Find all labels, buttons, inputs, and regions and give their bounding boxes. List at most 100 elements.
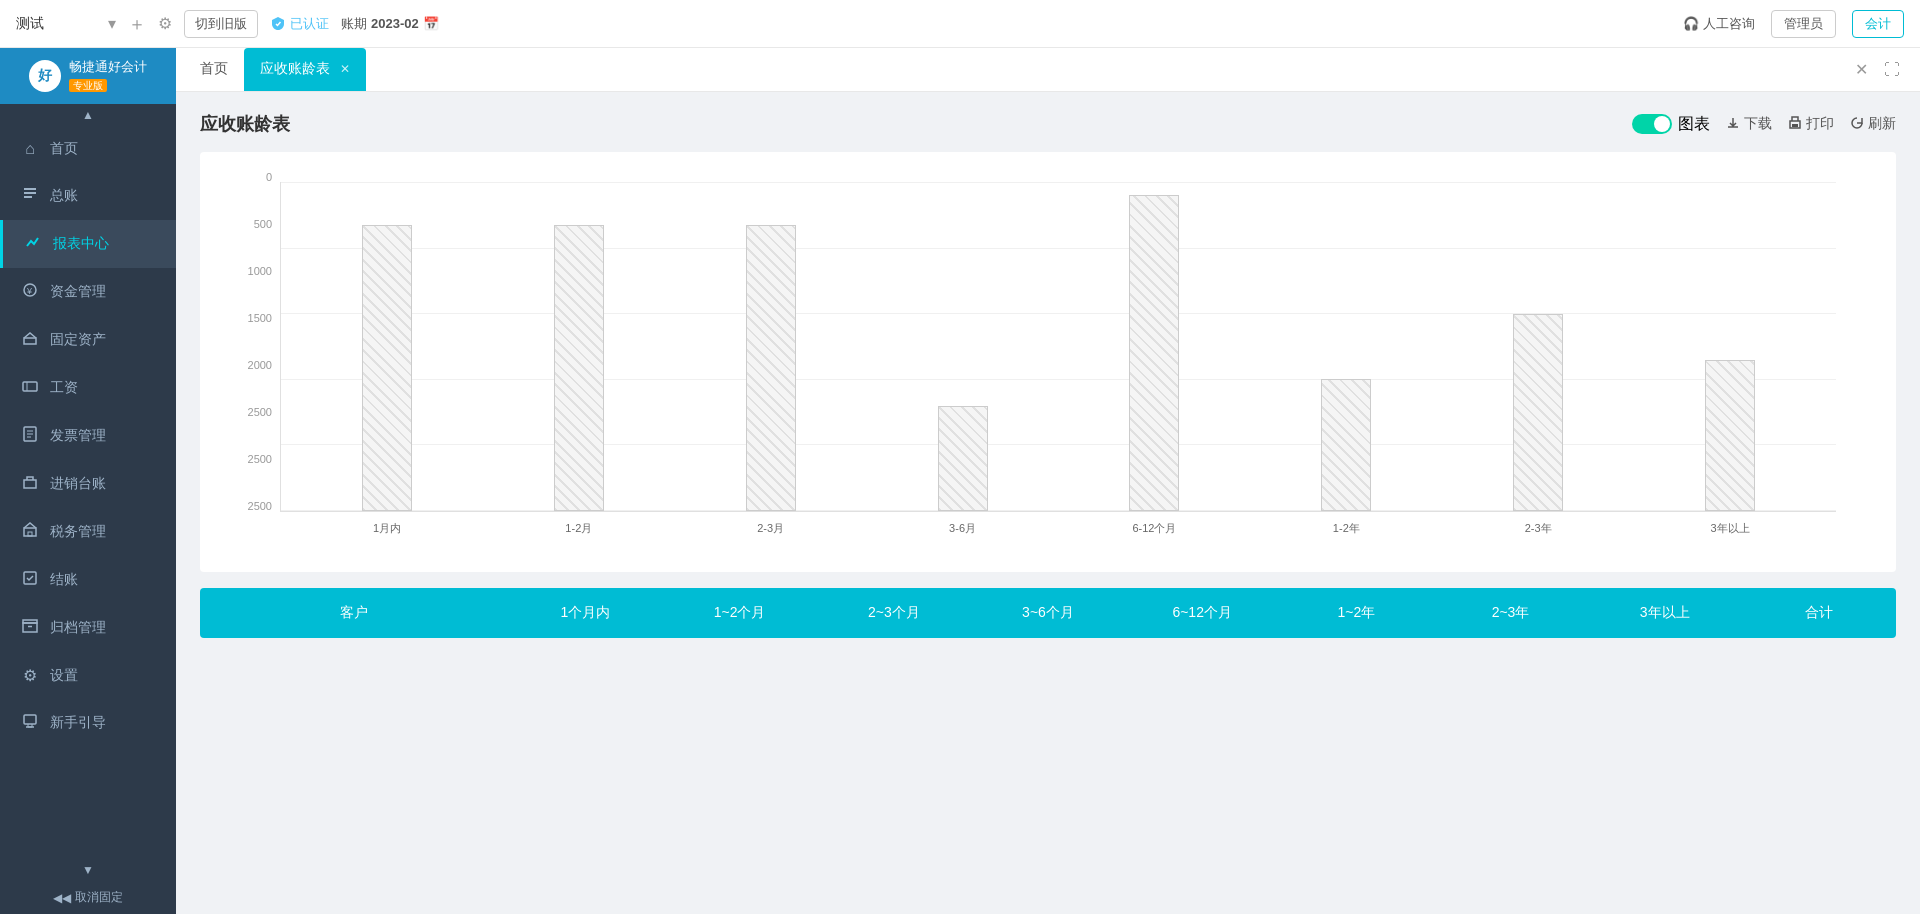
sidebar-label-funds: 资金管理 <box>50 283 106 301</box>
reports-icon <box>23 234 43 254</box>
sidebar-item-closing[interactable]: 结账 <box>0 556 176 604</box>
sidebar-item-ledger[interactable]: 总账 <box>0 172 176 220</box>
bar-group-2: 1-2月 <box>483 182 675 511</box>
th-total: 合计 <box>1742 588 1896 638</box>
sidebar-item-assets[interactable]: 固定资产 <box>0 316 176 364</box>
chart-toggle-group: 图表 <box>1632 114 1710 135</box>
sidebar-scroll-area: ⌂ 首页 总账 报表中心 ¥ 资金管理 <box>0 126 176 859</box>
y-label-0: 0 <box>220 172 280 183</box>
ar-aging-tab-label: 应收账龄表 <box>260 60 330 78</box>
page-actions: 图表 下载 打印 <box>1632 114 1896 135</box>
calendar-icon[interactable]: 📅 <box>423 16 439 31</box>
sidebar-item-archive[interactable]: 归档管理 <box>0 604 176 652</box>
sidebar-item-reports[interactable]: 报表中心 <box>0 220 176 268</box>
bar-label-4: 3-6月 <box>949 521 976 536</box>
workspace-name: 测试 <box>16 15 96 33</box>
bar-8 <box>1705 360 1755 511</box>
certified-badge: 已认证 <box>270 15 329 33</box>
bar-4 <box>938 406 988 511</box>
svg-rect-22 <box>1792 124 1798 127</box>
y-label-2500: 2500 <box>220 501 280 512</box>
bar-6 <box>1321 379 1371 511</box>
content-area: 首页 应收账龄表 ✕ ✕ ⛶ 应收账龄表 图表 <box>176 48 1920 914</box>
th-client: 客户 <box>200 588 508 638</box>
ledger-icon <box>20 186 40 206</box>
sidebar-item-invoice[interactable]: 发票管理 <box>0 412 176 460</box>
sidebar-item-payroll[interactable]: 工资 <box>0 364 176 412</box>
bar-label-6: 1-2年 <box>1333 521 1360 536</box>
y-label-1000: 1000 <box>220 266 280 277</box>
home-tab-label: 首页 <box>200 60 228 78</box>
data-table-container: 客户 1个月内 1~2个月 2~3个月 3~6个月 6~12个月 1~2年 2~… <box>200 588 1896 638</box>
download-button[interactable]: 下载 <box>1726 115 1772 133</box>
bar-group-1: 1月内 <box>291 182 483 511</box>
sidebar-item-inventory[interactable]: 进销台账 <box>0 460 176 508</box>
bar-group-4: 3-6月 <box>867 182 1059 511</box>
headset-icon: 🎧 <box>1683 16 1699 31</box>
sidebar-label-home: 首页 <box>50 140 78 158</box>
page-content: 应收账龄表 图表 下载 <box>176 92 1920 914</box>
accountant-button[interactable]: 会计 <box>1852 10 1904 38</box>
chart-area: 1月内 1-2月 2-3月 <box>280 182 1836 512</box>
tabs-bar-right: ✕ ⛶ <box>1851 56 1912 83</box>
print-button[interactable]: 打印 <box>1788 115 1834 133</box>
sidebar-label-settings: 设置 <box>50 667 78 685</box>
bar-group-6: 1-2年 <box>1250 182 1442 511</box>
workspace-dropdown-icon[interactable]: ▾ <box>108 14 116 33</box>
tab-home[interactable]: 首页 <box>184 48 244 91</box>
svg-rect-16 <box>23 623 37 632</box>
sidebar-item-home[interactable]: ⌂ 首页 <box>0 126 176 172</box>
svg-rect-12 <box>24 480 36 488</box>
y-label-2500b: 2500 <box>220 454 280 465</box>
tax-icon <box>20 522 40 542</box>
inventory-icon <box>20 474 40 494</box>
sidebar-scroll-up[interactable]: ▲ <box>0 104 176 126</box>
bar-7 <box>1513 314 1563 511</box>
tab-ar-aging[interactable]: 应收账龄表 ✕ <box>244 48 366 91</box>
consult-button[interactable]: 🎧 人工咨询 <box>1683 15 1755 33</box>
th-2-3year: 2~3年 <box>1433 588 1587 638</box>
refresh-icon <box>1850 116 1864 133</box>
logo-icon: 好 <box>29 60 61 92</box>
tabs-bar: 首页 应收账龄表 ✕ ✕ ⛶ <box>176 48 1920 92</box>
download-icon <box>1726 116 1740 133</box>
sidebar-item-tax[interactable]: 税务管理 <box>0 508 176 556</box>
sidebar-label-reports: 报表中心 <box>53 235 109 253</box>
manager-button[interactable]: 管理员 <box>1771 10 1836 38</box>
y-label-2500c: 2500 <box>220 407 280 418</box>
bar-5 <box>1129 195 1179 511</box>
bar-label-1: 1月内 <box>373 521 401 536</box>
sidebar-item-funds[interactable]: ¥ 资金管理 <box>0 268 176 316</box>
svg-rect-2 <box>24 196 32 198</box>
y-axis: 2500 2500 2500 2000 1500 1000 500 0 <box>220 172 280 512</box>
tab-expand-button[interactable]: ⛶ <box>1880 57 1904 83</box>
sidebar-item-guide[interactable]: 新手引导 <box>0 699 176 747</box>
old-version-button[interactable]: 切到旧版 <box>184 10 258 38</box>
th-3year-plus: 3年以上 <box>1588 588 1742 638</box>
svg-rect-6 <box>23 382 37 391</box>
sidebar-label-payroll: 工资 <box>50 379 78 397</box>
settings-button[interactable]: ⚙ <box>158 14 172 33</box>
chart-toggle-switch[interactable] <box>1632 114 1672 134</box>
tab-close-button[interactable]: ✕ <box>340 62 350 76</box>
bar-label-3: 2-3月 <box>757 521 784 536</box>
th-2-3month: 2~3个月 <box>817 588 971 638</box>
svg-rect-17 <box>23 620 37 623</box>
sidebar-scroll-down[interactable]: ▼ <box>0 859 176 881</box>
bar-label-8: 3年以上 <box>1711 521 1750 536</box>
refresh-button[interactable]: 刷新 <box>1850 115 1896 133</box>
archive-icon <box>20 618 40 638</box>
shield-icon <box>270 16 286 32</box>
assets-icon <box>20 330 40 350</box>
page-header: 应收账龄表 图表 下载 <box>200 112 1896 136</box>
unpin-button[interactable]: ◀◀ 取消固定 <box>0 881 176 914</box>
add-workspace-button[interactable]: ＋ <box>128 12 146 36</box>
sidebar-item-settings[interactable]: ⚙ 设置 <box>0 652 176 699</box>
unpin-label: 取消固定 <box>75 889 123 906</box>
tab-close-all-button[interactable]: ✕ <box>1851 56 1872 83</box>
bar-group-5: 6-12个月 <box>1059 182 1251 511</box>
svg-rect-0 <box>24 188 36 190</box>
top-header: 测试 ▾ ＋ ⚙ 切到旧版 已认证 账期 2023-02 📅 🎧 人工咨询 管理… <box>0 0 1920 48</box>
bar-chart: 2500 2500 2500 2000 1500 1000 500 0 <box>220 172 1876 552</box>
sidebar-label-inventory: 进销台账 <box>50 475 106 493</box>
